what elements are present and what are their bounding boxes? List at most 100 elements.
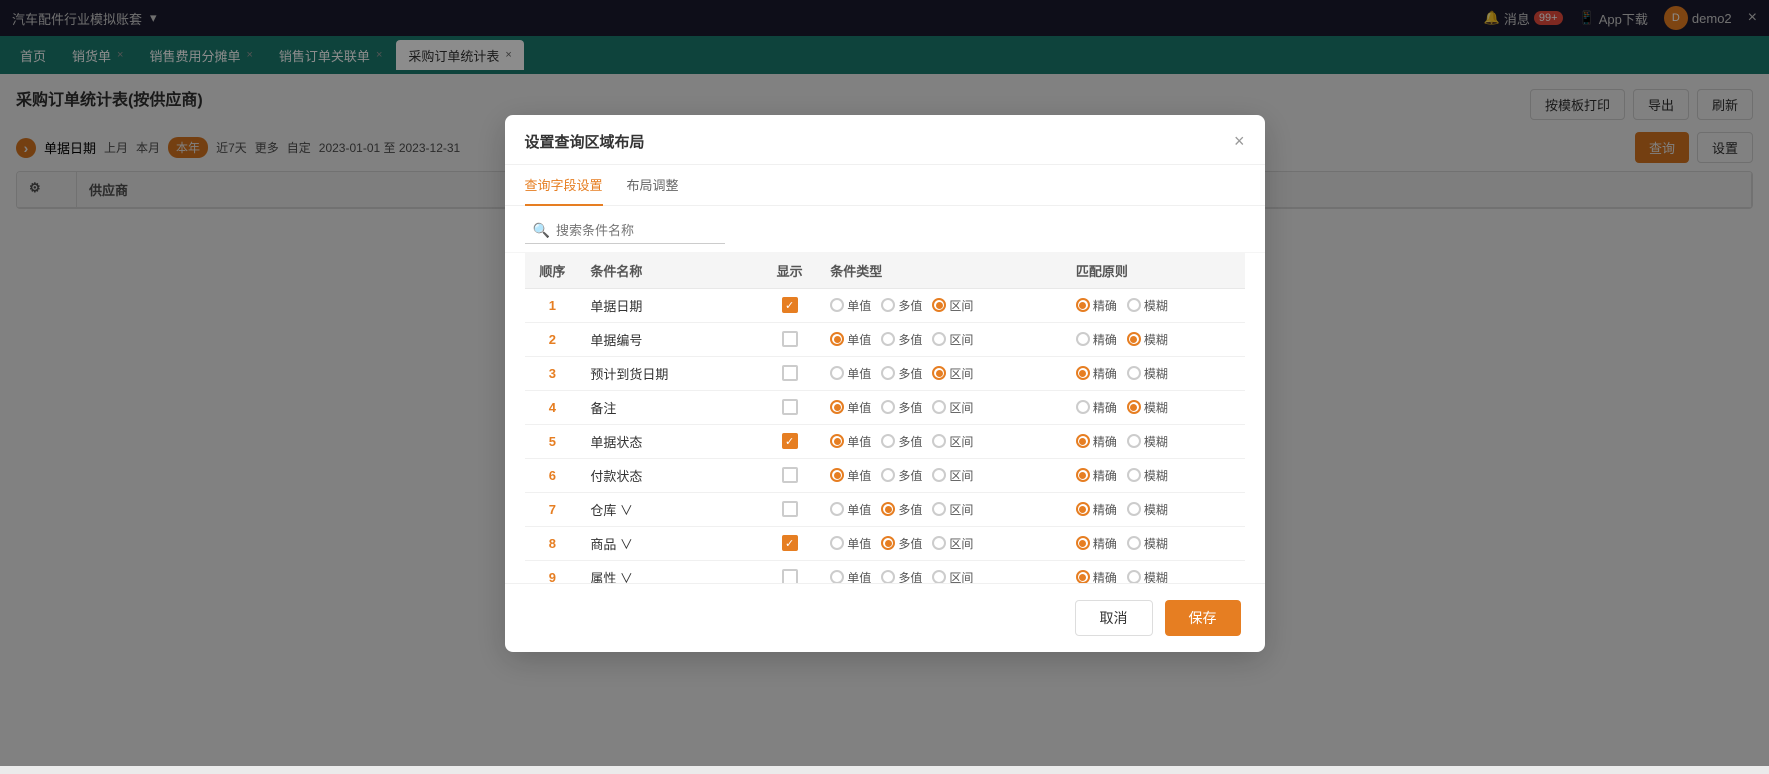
display-checkbox[interactable]: [782, 467, 798, 483]
save-button[interactable]: 保存: [1165, 600, 1241, 636]
radio-label: 模糊: [1144, 297, 1168, 314]
type-radio-type_single[interactable]: 单值: [830, 569, 871, 583]
type-radio-type_multi[interactable]: 多值: [881, 365, 922, 382]
tab-query-fields[interactable]: 查询字段设置: [525, 165, 603, 206]
radio-label: 单值: [847, 569, 871, 583]
radio-label: 单值: [847, 535, 871, 552]
match-radio-match_exact[interactable]: 精确: [1076, 569, 1117, 583]
match-radio-match_exact[interactable]: 精确: [1076, 365, 1117, 382]
type-radio-type_multi[interactable]: 多值: [881, 433, 922, 450]
dialog-footer: 取消 保存: [505, 583, 1265, 652]
type-radio-type_multi[interactable]: 多值: [881, 399, 922, 416]
type-radio-type_range[interactable]: 区间: [932, 365, 973, 382]
match-radio-match_exact[interactable]: 精确: [1076, 297, 1117, 314]
display-checkbox[interactable]: [782, 433, 798, 449]
type-radio-type_single[interactable]: 单值: [830, 535, 871, 552]
row-name: 备注: [580, 390, 759, 424]
type-radio-type_multi[interactable]: 多值: [881, 331, 922, 348]
type-radio-type_multi[interactable]: 多值: [881, 297, 922, 314]
match-radio-match_exact[interactable]: 精确: [1076, 501, 1117, 518]
search-input[interactable]: [556, 223, 716, 238]
radio-circle: [1127, 298, 1141, 312]
radio-label: 多值: [898, 535, 922, 552]
display-checkbox[interactable]: [782, 365, 798, 381]
row-type-cell: 单值多值区间: [820, 356, 1066, 390]
radio-label: 单值: [847, 365, 871, 382]
radio-circle: [830, 570, 844, 583]
search-input-wrap: 🔍: [525, 218, 725, 244]
match-radio-match_fuzzy[interactable]: 模糊: [1127, 535, 1168, 552]
type-radio-type_single[interactable]: 单值: [830, 331, 871, 348]
type-radio-type_range[interactable]: 区间: [932, 399, 973, 416]
type-radio-type_range[interactable]: 区间: [932, 535, 973, 552]
radio-circle: [932, 434, 946, 448]
match-radio-match_fuzzy[interactable]: 模糊: [1127, 331, 1168, 348]
type-radio-type_single[interactable]: 单值: [830, 365, 871, 382]
display-checkbox[interactable]: [782, 535, 798, 551]
radio-label: 精确: [1093, 399, 1117, 416]
search-bar: 🔍: [505, 206, 1265, 253]
th-display: 显示: [759, 253, 820, 289]
type-radio-type_single[interactable]: 单值: [830, 297, 871, 314]
display-checkbox[interactable]: [782, 501, 798, 517]
type-radio-type_multi[interactable]: 多值: [881, 467, 922, 484]
radio-label: 单值: [847, 467, 871, 484]
type-radio-type_range[interactable]: 区间: [932, 297, 973, 314]
table-row: 9属性 ∨单值多值区间精确模糊: [525, 560, 1245, 583]
tab-layout-adjust[interactable]: 布局调整: [627, 165, 679, 206]
match-radio-match_fuzzy[interactable]: 模糊: [1127, 569, 1168, 583]
type-radio-type_range[interactable]: 区间: [932, 467, 973, 484]
type-radio-type_range[interactable]: 区间: [932, 433, 973, 450]
match-radio-match_fuzzy[interactable]: 模糊: [1127, 399, 1168, 416]
match-radio-match_exact[interactable]: 精确: [1076, 399, 1117, 416]
display-checkbox[interactable]: [782, 297, 798, 313]
row-order: 5: [525, 424, 581, 458]
radio-circle: [830, 332, 844, 346]
radio-circle: [1127, 366, 1141, 380]
match-radio-match_fuzzy[interactable]: 模糊: [1127, 467, 1168, 484]
radio-label: 区间: [949, 501, 973, 518]
type-radio-type_multi[interactable]: 多值: [881, 501, 922, 518]
type-radio-type_range[interactable]: 区间: [932, 331, 973, 348]
row-match-cell: 精确模糊: [1066, 424, 1245, 458]
radio-circle: [830, 468, 844, 482]
type-radio-type_range[interactable]: 区间: [932, 569, 973, 583]
type-radio-type_single[interactable]: 单值: [830, 433, 871, 450]
radio-label: 模糊: [1144, 501, 1168, 518]
display-checkbox[interactable]: [782, 399, 798, 415]
radio-label: 多值: [898, 501, 922, 518]
match-radio-match_exact[interactable]: 精确: [1076, 331, 1117, 348]
match-radio-match_exact[interactable]: 精确: [1076, 467, 1117, 484]
match-radio-match_fuzzy[interactable]: 模糊: [1127, 365, 1168, 382]
radio-circle: [881, 502, 895, 516]
match-radio-match_fuzzy[interactable]: 模糊: [1127, 297, 1168, 314]
match-radio-match_exact[interactable]: 精确: [1076, 535, 1117, 552]
radio-label: 单值: [847, 433, 871, 450]
dialog-close-button[interactable]: ×: [1234, 132, 1245, 150]
cancel-button[interactable]: 取消: [1075, 600, 1153, 636]
th-name: 条件名称: [580, 253, 759, 289]
match-radio-match_exact[interactable]: 精确: [1076, 433, 1117, 450]
row-match-cell: 精确模糊: [1066, 390, 1245, 424]
radio-circle: [830, 400, 844, 414]
display-checkbox[interactable]: [782, 569, 798, 583]
row-match-cell: 精确模糊: [1066, 560, 1245, 583]
radio-circle: [881, 570, 895, 583]
match-radio-match_fuzzy[interactable]: 模糊: [1127, 433, 1168, 450]
table-row: 6付款状态单值多值区间精确模糊: [525, 458, 1245, 492]
radio-circle: [830, 434, 844, 448]
display-checkbox[interactable]: [782, 331, 798, 347]
table-row: 4备注 单值多值区间 精确模糊: [525, 390, 1245, 424]
type-radio-type_multi[interactable]: 多值: [881, 569, 922, 583]
type-radio-type_single[interactable]: 单值: [830, 467, 871, 484]
match-radio-match_fuzzy[interactable]: 模糊: [1127, 501, 1168, 518]
type-radio-type_single[interactable]: 单值: [830, 399, 871, 416]
radio-circle: [881, 332, 895, 346]
row-display-cell: [759, 390, 820, 424]
radio-circle: [830, 298, 844, 312]
row-order: 4: [525, 390, 581, 424]
radio-label: 多值: [898, 467, 922, 484]
type-radio-type_single[interactable]: 单值: [830, 501, 871, 518]
type-radio-type_multi[interactable]: 多值: [881, 535, 922, 552]
type-radio-type_range[interactable]: 区间: [932, 501, 973, 518]
